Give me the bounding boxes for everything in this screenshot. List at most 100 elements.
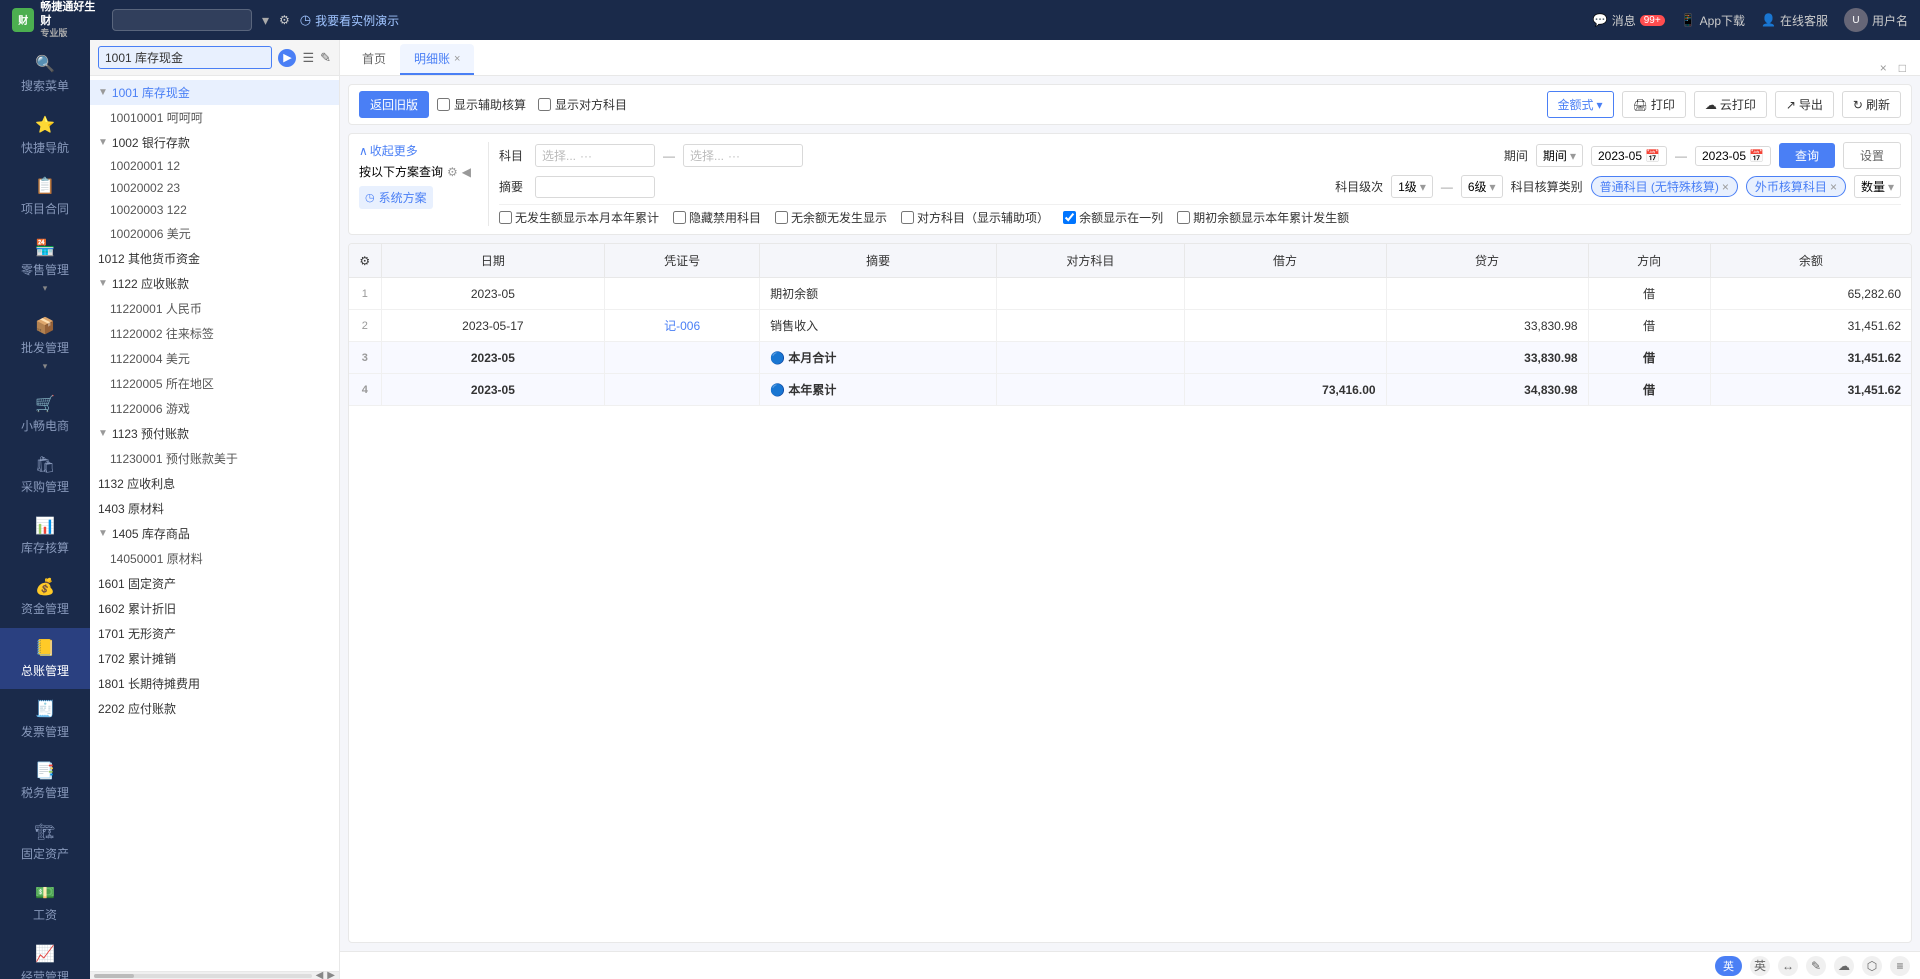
sidebar-item-quicknav[interactable]: ⭐ 快捷导航	[0, 105, 90, 166]
quantity-select[interactable]: 数量 ▾	[1854, 175, 1901, 198]
user-area[interactable]: U 用户名	[1844, 8, 1908, 32]
checkbox-opening-balance-input[interactable]	[1177, 211, 1190, 224]
settings-btn[interactable]: 设置	[1843, 142, 1901, 169]
scroll-right-btn[interactable]: ▶	[327, 970, 335, 979]
account-list-icon[interactable]: ☰	[302, 50, 314, 66]
category-tag-2-remove[interactable]: ×	[1830, 180, 1837, 194]
checkbox-no-amount[interactable]: 无发生额显示本月本年累计	[499, 209, 659, 226]
sidebar-item-inventory[interactable]: 📊 库存核算	[0, 506, 90, 567]
sidebar-item-wholesale[interactable]: 📦 批发管理 ▾	[0, 306, 90, 384]
tree-item-10020006[interactable]: 10020006 美元	[90, 221, 339, 246]
tree-item-1132[interactable]: 1132 应收利息	[90, 471, 339, 496]
checkbox-no-amount-input[interactable]	[499, 211, 512, 224]
sidebar-item-purchase[interactable]: 🛍 采购管理	[0, 445, 90, 506]
subject-end-input[interactable]: 选择... ···	[683, 144, 803, 167]
tree-item-1122[interactable]: ▼ 1122 应收账款	[90, 271, 339, 296]
search-input[interactable]	[112, 9, 252, 31]
window-close-btn[interactable]: ×	[1874, 61, 1893, 75]
sidebar-item-business[interactable]: 📈 经营管理	[0, 934, 90, 979]
checkbox-opposite-subject-input[interactable]	[901, 211, 914, 224]
cloud-print-btn[interactable]: ☁ 云打印	[1694, 91, 1767, 118]
tree-item-1405[interactable]: ▼ 1405 库存商品	[90, 521, 339, 546]
tree-item-11220006[interactable]: 11220006 游戏	[90, 396, 339, 421]
account-nav-right-btn[interactable]: ▶	[278, 49, 296, 67]
account-edit-icon[interactable]: ✎	[320, 50, 331, 66]
status-icon-arrows[interactable]: ↔	[1778, 956, 1798, 976]
online-service-btn[interactable]: 👤 在线客服	[1761, 12, 1828, 29]
status-icon-menu[interactable]: ≡	[1890, 956, 1910, 976]
category-tag-2[interactable]: 外币核算科目 ×	[1746, 176, 1846, 197]
voucher-link-006[interactable]: 记-006	[664, 319, 700, 333]
tree-item-1012[interactable]: 1012 其他货币资金	[90, 246, 339, 271]
tree-item-1601[interactable]: 1601 固定资产	[90, 571, 339, 596]
tree-item-11220001[interactable]: 11220001 人民币	[90, 296, 339, 321]
checkbox-hide-disabled[interactable]: 隐藏禁用科目	[673, 209, 761, 226]
collapse-more-btn[interactable]: ∧ 收起更多	[359, 142, 418, 159]
status-icon-hex[interactable]: ⬡	[1862, 956, 1882, 976]
tree-item-1123[interactable]: ▼ 1123 预付账款	[90, 421, 339, 446]
sidebar-item-assets[interactable]: 🏗 固定资产	[0, 812, 90, 873]
lang-switch-btn[interactable]: 英	[1715, 956, 1742, 976]
settings-btn[interactable]: ⚙	[279, 13, 290, 27]
window-maximize-btn[interactable]: □	[1893, 61, 1912, 75]
tab-detail-close[interactable]: ×	[454, 53, 460, 65]
category-tag-1[interactable]: 普通科目 (无特殊核算) ×	[1591, 176, 1738, 197]
sidebar-item-ecommerce[interactable]: 🛒 小畅电商	[0, 384, 90, 445]
scroll-left-btn[interactable]: ◀	[316, 970, 324, 979]
checkbox-opening-balance[interactable]: 期初余额显示本年累计发生额	[1177, 209, 1349, 226]
tree-item-11220002[interactable]: 11220002 往来标签	[90, 321, 339, 346]
sidebar-item-funds[interactable]: 💰 资金管理	[0, 567, 90, 628]
print-btn[interactable]: 🖨 打印	[1622, 91, 1686, 118]
tab-detail[interactable]: 明细账 ×	[400, 44, 474, 75]
sidebar-item-ledger[interactable]: 📒 总账管理	[0, 628, 90, 689]
tree-item-1702[interactable]: 1702 累计摊销	[90, 646, 339, 671]
level-end-select[interactable]: 6级 ▾	[1461, 175, 1503, 198]
table-settings-icon[interactable]: ⚙	[359, 254, 370, 268]
show-aux-calc-checkbox[interactable]: 显示辅助核算	[437, 96, 526, 113]
tree-item-11220004[interactable]: 11220004 美元	[90, 346, 339, 371]
sidebar-item-salary[interactable]: 💵 工资	[0, 873, 90, 934]
tree-item-1801[interactable]: 1801 长期待摊费用	[90, 671, 339, 696]
tree-item-1602[interactable]: 1602 累计折旧	[90, 596, 339, 621]
tree-item-10020002[interactable]: 10020002 23	[90, 177, 339, 199]
selected-account-display[interactable]: 1001 库存现金	[98, 46, 272, 69]
tree-item-14050001[interactable]: 14050001 原材料	[90, 546, 339, 571]
sidebar-item-tax[interactable]: 📑 税务管理	[0, 751, 90, 812]
tree-item-10010001[interactable]: 10010001 呵呵呵	[90, 105, 339, 130]
demo-link[interactable]: ◷ 我要看实例演示	[300, 12, 399, 29]
status-icon-translate[interactable]: 英	[1750, 956, 1770, 976]
sidebar-item-retail[interactable]: 🏪 零售管理 ▾	[0, 228, 90, 306]
sidebar-item-invoice[interactable]: 🧾 发票管理	[0, 689, 90, 750]
scheme-item-system[interactable]: ◷ 系统方案	[359, 186, 433, 209]
status-icon-edit[interactable]: ✎	[1806, 956, 1826, 976]
back-old-btn[interactable]: 返回旧版	[359, 91, 429, 118]
tree-item-10020003[interactable]: 10020003 122	[90, 199, 339, 221]
sidebar-item-search[interactable]: 🔍 搜索菜单	[0, 44, 90, 105]
header-dropdown-btn[interactable]: ▾	[262, 12, 269, 29]
tree-item-11220005[interactable]: 11220005 所在地区	[90, 371, 339, 396]
level-start-select[interactable]: 1级 ▾	[1391, 175, 1433, 198]
tree-item-1002[interactable]: ▼ 1002 银行存款	[90, 130, 339, 155]
period-type-select[interactable]: 期间 ▾	[1536, 144, 1583, 167]
tree-item-1701[interactable]: 1701 无形资产	[90, 621, 339, 646]
period-end-input[interactable]: 2023-05 📅	[1695, 146, 1771, 166]
show-opposite-checkbox[interactable]: 显示对方科目	[538, 96, 627, 113]
amount-style-btn[interactable]: 金额式 ▾	[1547, 91, 1614, 118]
show-opposite-input[interactable]	[538, 98, 551, 111]
period-start-input[interactable]: 2023-05 📅	[1591, 146, 1667, 166]
scheme-arrow-icon[interactable]: ◀	[462, 165, 471, 179]
show-aux-calc-input[interactable]	[437, 98, 450, 111]
account-scrollbar[interactable]: ◀ ▶	[90, 971, 339, 979]
tab-home[interactable]: 首页	[348, 44, 400, 75]
tree-item-1403[interactable]: 1403 原材料	[90, 496, 339, 521]
category-tag-1-remove[interactable]: ×	[1722, 180, 1729, 194]
status-icon-cloud[interactable]: ☁	[1834, 956, 1854, 976]
checkbox-hide-disabled-input[interactable]	[673, 211, 686, 224]
subject-start-input[interactable]: 选择... ···	[535, 144, 655, 167]
summary-input[interactable]	[535, 176, 655, 198]
checkbox-balance-one-col[interactable]: 余额显示在一列	[1063, 209, 1163, 226]
refresh-btn[interactable]: ↻ 刷新	[1842, 91, 1901, 118]
app-download-btn[interactable]: 📱 App下载	[1681, 12, 1745, 29]
checkbox-balance-one-col-input[interactable]	[1063, 211, 1076, 224]
query-btn[interactable]: 查询	[1779, 143, 1835, 168]
